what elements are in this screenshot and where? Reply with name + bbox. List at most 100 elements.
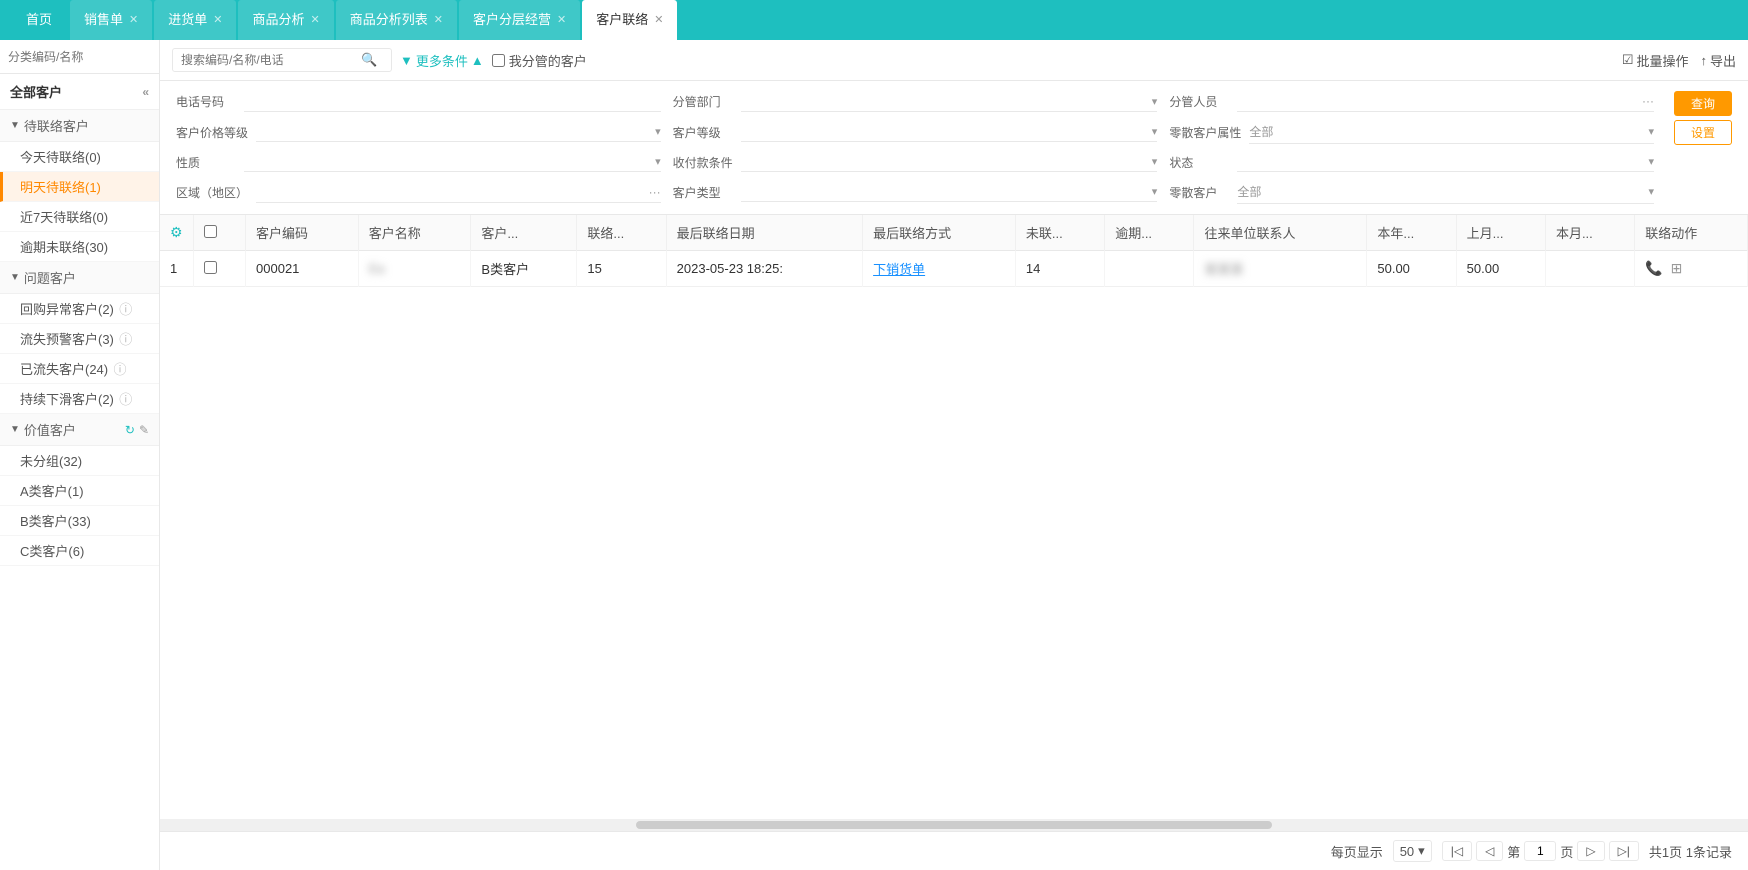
col-overdue-header: 逾期... <box>1105 215 1194 251</box>
chevron-down-icon: ▾ <box>1648 155 1654 168</box>
sidebar-item-7days[interactable]: 近7天待联络(0) <box>0 202 159 232</box>
sidebar-collapse-icon[interactable]: « <box>142 85 149 99</box>
close-icon[interactable]: ✕ <box>654 0 663 40</box>
query-button[interactable]: 查询 <box>1674 91 1732 116</box>
my-customer-checkbox[interactable] <box>492 54 505 67</box>
sidebar-item-tomorrow[interactable]: 明天待联络(1) <box>0 172 159 202</box>
nav-tab-product-list[interactable]: 商品分析列表 ✕ <box>336 0 457 40</box>
sidebar-group-problem[interactable]: ▼ 问题客户 <box>0 262 159 294</box>
customer-name-value: Ea <box>369 261 385 276</box>
filter-nature-select[interactable]: ▾ <box>244 152 661 172</box>
column-setting-icon[interactable]: ⚙ <box>170 224 183 240</box>
filter-retail-customer-select[interactable]: 全部 ▾ <box>1237 180 1654 204</box>
horizontal-scrollbar[interactable] <box>160 819 1748 831</box>
my-customer-checkbox-area[interactable]: 我分管的客户 <box>492 51 587 70</box>
sidebar-group-pending[interactable]: ▼ 待联络客户 <box>0 110 159 142</box>
filter-row-1: 电话号码 分管部门 ▾ 分管人员 <box>176 91 1654 112</box>
filter-icon: ▼ <box>400 53 413 68</box>
dots-icon: ··· <box>1642 94 1654 108</box>
refresh-icon[interactable]: ↻ <box>125 423 135 437</box>
close-icon[interactable]: ✕ <box>311 0 320 40</box>
filter-phone-label: 电话号码 <box>176 93 236 110</box>
filter-region-select[interactable]: ··· <box>256 182 661 203</box>
sidebar-item-a-class[interactable]: A类客户(1) <box>0 476 159 506</box>
sidebar-item-today[interactable]: 今天待联络(0) <box>0 142 159 172</box>
contact-method-link[interactable]: 下销货单 <box>873 262 925 277</box>
chevron-down-icon: ▾ <box>1152 95 1158 108</box>
nav-tab-customer-contact[interactable]: 客户联络 ✕ <box>582 0 677 40</box>
sidebar-item-overdue[interactable]: 逾期未联络(30) <box>0 232 159 262</box>
sidebar-item-churn-warn[interactable]: 流失预警客户(3) ⓘ <box>0 324 159 354</box>
export-button[interactable]: ↑ 导出 <box>1700 51 1736 70</box>
nav-tab-sales[interactable]: 销售单 ✕ <box>70 0 152 40</box>
chevron-down-icon: ▾ <box>1152 185 1158 198</box>
cell-no: 1 <box>160 251 193 287</box>
col-contact-person-header: 往来单位联系人 <box>1194 215 1367 251</box>
filter-price-level-select[interactable]: ▾ <box>256 122 661 142</box>
col-checkbox-header[interactable] <box>193 215 245 251</box>
cell-this-year: 50.00 <box>1367 251 1456 287</box>
sidebar-search-area: 🔍 <box>0 40 159 74</box>
page-size-select[interactable]: 50 ▾ <box>1393 840 1432 862</box>
customer-table: ⚙ 客户编码 客户名称 客户... <box>160 215 1748 287</box>
col-customer-type-header: 客户... <box>471 215 577 251</box>
next-page-button[interactable]: ▷ <box>1577 841 1604 861</box>
more-filter-button[interactable]: ▼ 更多条件 ▲ <box>400 51 484 70</box>
grid-icon[interactable]: ⊞ <box>1671 260 1683 277</box>
filter-dept-select[interactable]: ▾ <box>741 92 1158 112</box>
sidebar-search-input[interactable] <box>8 50 160 64</box>
contact-person-value: 某某某 <box>1204 262 1243 277</box>
close-icon[interactable]: ✕ <box>557 0 566 40</box>
nav-tab-purchase[interactable]: 进货单 ✕ <box>154 0 236 40</box>
close-icon[interactable]: ✕ <box>434 0 443 40</box>
sidebar-group-value[interactable]: ▼ 价值客户 ↻ ✎ <box>0 414 159 446</box>
filter-customer-level-select[interactable]: ▾ <box>741 122 1158 142</box>
sidebar-all-customers-header: 全部客户 « <box>0 74 159 110</box>
sidebar-item-abnormal[interactable]: 回购异常客户(2) ⓘ <box>0 294 159 324</box>
select-all-checkbox[interactable] <box>204 225 217 238</box>
filter-customer-type-select[interactable]: ▾ <box>741 182 1158 202</box>
filter-status-select[interactable]: ▾ <box>1237 152 1654 172</box>
filter-nature-label: 性质 <box>176 154 236 171</box>
sidebar-item-c-class[interactable]: C类客户(6) <box>0 536 159 566</box>
filter-row-2: 客户价格等级 ▾ 客户等级 ▾ <box>176 120 1654 144</box>
filter-manager-select[interactable]: ··· <box>1237 91 1654 112</box>
chevron-down-icon: ▾ <box>655 155 661 168</box>
nav-home[interactable]: 首页 <box>10 0 68 40</box>
close-icon[interactable]: ✕ <box>129 0 138 40</box>
col-last-contact-date-header: 最后联络日期 <box>666 215 862 251</box>
sidebar-item-churned[interactable]: 已流失客户(24) ⓘ <box>0 354 159 384</box>
prev-page-button[interactable]: ◁ <box>1476 841 1503 861</box>
page-number-input[interactable] <box>1524 841 1556 861</box>
col-customer-name-header: 客户名称 <box>358 215 471 251</box>
scrollbar-thumb[interactable] <box>636 821 1271 829</box>
main-search-icon[interactable]: 🔍 <box>361 52 377 68</box>
filter-payment-select[interactable]: ▾ <box>741 152 1158 172</box>
filter-phone-input[interactable] <box>244 91 661 112</box>
edit-icon[interactable]: ✎ <box>139 423 149 437</box>
sidebar-item-declining[interactable]: 持续下滑客户(2) ⓘ <box>0 384 159 414</box>
sidebar-item-ungrouped[interactable]: 未分组(32) <box>0 446 159 476</box>
setting-button[interactable]: 设置 <box>1674 120 1732 145</box>
filter-customer-level-label: 客户等级 <box>673 124 733 141</box>
filter-retail-attr-select[interactable]: 全部 ▾ <box>1249 120 1654 144</box>
filter-price-level: 客户价格等级 ▾ <box>176 122 661 142</box>
filter-row-3: 性质 ▾ 收付款条件 ▾ <box>176 152 1654 172</box>
chevron-down-icon: ▾ <box>1418 843 1425 859</box>
row-checkbox[interactable] <box>204 261 217 274</box>
cell-contact-count: 15 <box>577 251 666 287</box>
batch-operation-button[interactable]: ☑ 批量操作 <box>1622 51 1689 70</box>
last-page-button[interactable]: ▷| <box>1609 841 1639 861</box>
first-page-button[interactable]: |◁ <box>1442 841 1472 861</box>
filter-panel: 电话号码 分管部门 ▾ 分管人员 <box>160 81 1748 215</box>
cell-checkbox[interactable] <box>193 251 245 287</box>
sidebar-item-b-class[interactable]: B类客户(33) <box>0 506 159 536</box>
nav-tab-customer-segment[interactable]: 客户分层经营 ✕ <box>459 0 580 40</box>
phone-icon[interactable]: 📞 <box>1645 260 1662 277</box>
nav-tab-product-analysis[interactable]: 商品分析 ✕ <box>238 0 333 40</box>
main-search-input[interactable] <box>181 53 361 67</box>
filter-payment: 收付款条件 ▾ <box>673 152 1158 172</box>
cell-last-contact-method[interactable]: 下销货单 <box>863 251 1016 287</box>
close-icon[interactable]: ✕ <box>213 0 222 40</box>
sidebar: 🔍 全部客户 « ▼ 待联络客户 今天待联络(0) 明天待联络(1) 近7天待联… <box>0 40 160 870</box>
